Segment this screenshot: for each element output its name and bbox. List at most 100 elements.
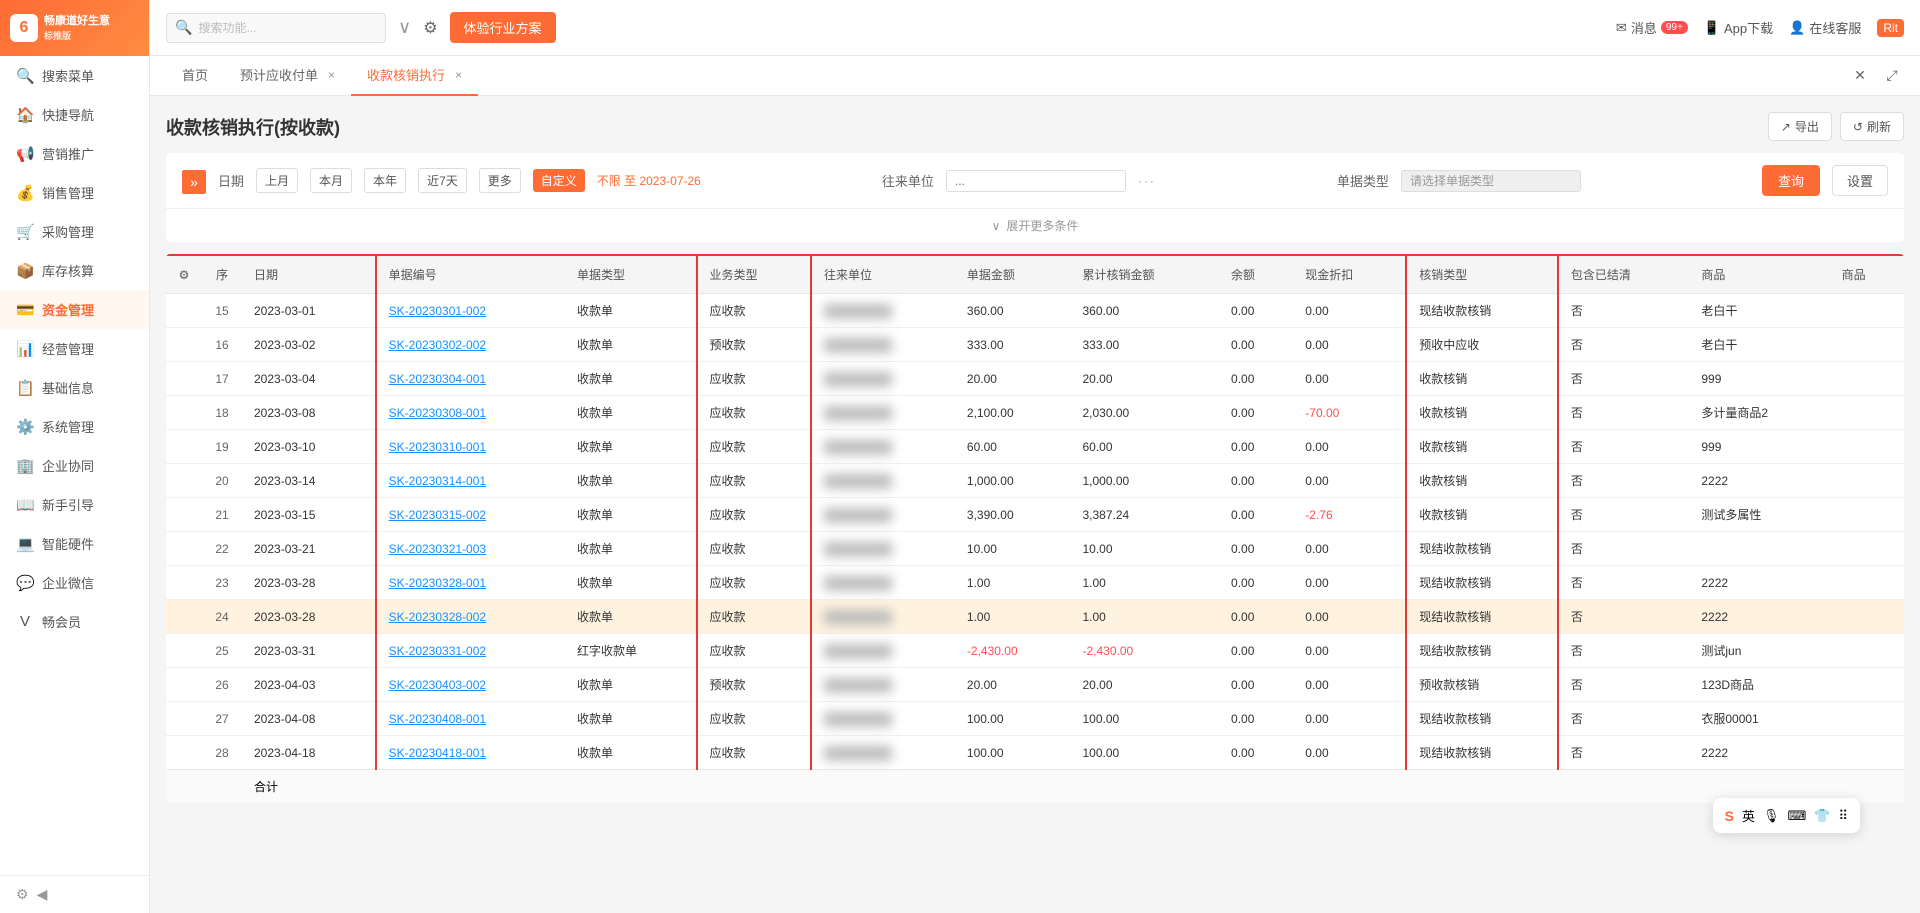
tab-close-pending[interactable]: × [328, 68, 335, 82]
industry-solution-button[interactable]: 体验行业方案 [450, 12, 556, 43]
float-grid-icon[interactable]: ⠿ [1838, 808, 1848, 824]
topbar-gear-icon[interactable]: ⚙ [423, 18, 437, 38]
partner-input[interactable] [946, 170, 1126, 192]
tab-close-collection[interactable]: × [455, 68, 462, 82]
sidebar-item-sales[interactable]: 💰 销售管理 [0, 173, 149, 212]
topbar-actions: ✉ 消息 99+ 📱 App下载 👤 在线客服 Rit [1616, 18, 1904, 37]
tab-maximize-button[interactable]: ⤢ [1880, 64, 1904, 88]
table-cell [166, 362, 202, 396]
messages-action[interactable]: ✉ 消息 99+ [1616, 18, 1688, 37]
table-cell: 0.00 [1219, 600, 1293, 634]
sidebar-item-purchase[interactable]: 🛒 采购管理 [0, 212, 149, 251]
refresh-button[interactable]: ↺ 刷新 [1840, 112, 1904, 141]
sidebar-item-search[interactable]: 🔍 搜索菜单 [0, 56, 149, 95]
tab-pending-payment[interactable]: 预计应收付单 × [224, 56, 351, 96]
float-keyboard-icon[interactable]: ⌨ [1788, 808, 1807, 824]
tab-home[interactable]: 首页 [166, 56, 224, 96]
table-cell: 否 [1558, 668, 1690, 702]
table-cell: 否 [1558, 634, 1690, 668]
table-cell[interactable]: SK-20230418-001 [376, 736, 565, 770]
table-cell: 应收款 [697, 464, 811, 498]
table-cell[interactable]: SK-20230331-002 [376, 634, 565, 668]
float-mic-icon[interactable]: 🎙 [1763, 808, 1780, 824]
app-download-action[interactable]: 📱 App下载 [1704, 18, 1773, 37]
sidebar-item-vip[interactable]: V 畅会员 [0, 602, 149, 641]
table-cell[interactable]: SK-20230328-001 [376, 566, 565, 600]
filter-custom-date[interactable]: 自定义 [533, 169, 585, 192]
sidebar-item-basic[interactable]: 📋 基础信息 [0, 368, 149, 407]
table-cell [166, 668, 202, 702]
sidebar-item-quick-nav[interactable]: 🏠 快捷导航 [0, 95, 149, 134]
setting-button[interactable]: 设置 [1832, 165, 1888, 196]
table-cell[interactable]: SK-20230301-002 [376, 294, 565, 328]
table-cell[interactable]: SK-20230408-001 [376, 702, 565, 736]
table-cell [166, 532, 202, 566]
table-cell: 22 [202, 532, 242, 566]
table-cell[interactable]: SK-20230314-001 [376, 464, 565, 498]
table-row: 272023-04-08SK-20230408-001收款单应收款███████… [166, 702, 1904, 736]
col-num-header: 序 [202, 255, 242, 294]
table-cell: 收款单 [565, 532, 697, 566]
float-widget: S 英 🎙 ⌨ 👕 ⠿ [1713, 798, 1860, 833]
filter-last-month[interactable]: 上月 [256, 168, 298, 193]
table-cell: 100.00 [955, 736, 1071, 770]
col-verifytype-header: 核销类型 [1406, 255, 1558, 294]
table-cell: 2023-03-14 [242, 464, 376, 498]
page-content: 收款核销执行(按收款) ↗ 导出 ↺ 刷新 » 日期 上月 本月 本年 近7天 [150, 96, 1920, 913]
table-cell: 0.00 [1293, 736, 1406, 770]
sidebar-item-business[interactable]: 📊 经营管理 [0, 329, 149, 368]
table-cell: 0.00 [1293, 464, 1406, 498]
sidebar-item-guide[interactable]: 📖 新手引导 [0, 485, 149, 524]
table-cell: 2222 [1689, 736, 1829, 770]
system-icon: ⚙️ [16, 418, 34, 436]
sidebar-item-finance[interactable]: 💳 资金管理 [0, 290, 149, 329]
filter-last-7-days[interactable]: 近7天 [418, 168, 467, 193]
topbar-dropdown-icon[interactable]: ∨ [398, 17, 411, 38]
table-cell[interactable]: SK-20230403-002 [376, 668, 565, 702]
table-cell: 1.00 [1070, 600, 1219, 634]
tab-collection-execution[interactable]: 收款核销执行 × [351, 56, 478, 96]
settings-icon[interactable]: ⚙ [16, 886, 29, 903]
collapse-icon[interactable]: ◀ [37, 886, 48, 903]
table-cell[interactable]: SK-20230304-001 [376, 362, 565, 396]
filter-this-month[interactable]: 本月 [310, 168, 352, 193]
user-avatar[interactable]: Rit [1877, 19, 1904, 37]
table-cell[interactable]: SK-20230310-001 [376, 430, 565, 464]
table-cell[interactable]: SK-20230321-003 [376, 532, 565, 566]
table-cell: 999 [1689, 362, 1829, 396]
table-cell: 应收款 [697, 736, 811, 770]
sidebar-item-system[interactable]: ⚙️ 系统管理 [0, 407, 149, 446]
app-logo-text: 畅康道好生意 标推版 [44, 14, 110, 41]
table-cell[interactable]: SK-20230315-002 [376, 498, 565, 532]
filter-expand-button[interactable]: » [182, 170, 206, 194]
table-cell: 2023-03-21 [242, 532, 376, 566]
sidebar-item-hardware[interactable]: 💻 智能硬件 [0, 524, 149, 563]
sidebar-logo: 6 畅康道好生意 标推版 [0, 0, 149, 56]
table-cell: 现结收款核销 [1406, 600, 1558, 634]
table-cell[interactable]: SK-20230328-002 [376, 600, 565, 634]
filter-expand-more-row[interactable]: ∨ 展开更多条件 [166, 208, 1904, 242]
filter-more-date[interactable]: 更多 [479, 168, 521, 193]
table-cell[interactable]: SK-20230308-001 [376, 396, 565, 430]
doc-type-select[interactable]: 请选择单据类型 [1401, 170, 1581, 192]
table-cell: 衣服00001 [1689, 702, 1829, 736]
table-cell: 否 [1558, 430, 1690, 464]
export-button[interactable]: ↗ 导出 [1768, 112, 1832, 141]
col-gear-header[interactable]: ⚙ [166, 255, 202, 294]
tab-close-button[interactable]: ✕ [1848, 64, 1872, 88]
sidebar: 6 畅康道好生意 标推版 🔍 搜索菜单 🏠 快捷导航 📢 营销推广 💰 销售管理… [0, 0, 150, 913]
online-support-action[interactable]: 👤 在线客服 [1789, 18, 1861, 37]
filter-this-year[interactable]: 本年 [364, 168, 406, 193]
query-button[interactable]: 查询 [1762, 165, 1820, 196]
sidebar-item-marketing[interactable]: 📢 营销推广 [0, 134, 149, 173]
sidebar-item-wechat[interactable]: 💬 企业微信 [0, 563, 149, 602]
sidebar-item-corp[interactable]: 🏢 企业协同 [0, 446, 149, 485]
table-cell [1830, 634, 1904, 668]
table-footer: 合计 [166, 770, 1904, 804]
table-cell [166, 736, 202, 770]
float-shirt-icon[interactable]: 👕 [1814, 808, 1830, 824]
table-cell: 收款核销 [1406, 464, 1558, 498]
sidebar-item-inventory[interactable]: 📦 库存核算 [0, 251, 149, 290]
table-cell[interactable]: SK-20230302-002 [376, 328, 565, 362]
table-cell: 否 [1558, 532, 1690, 566]
